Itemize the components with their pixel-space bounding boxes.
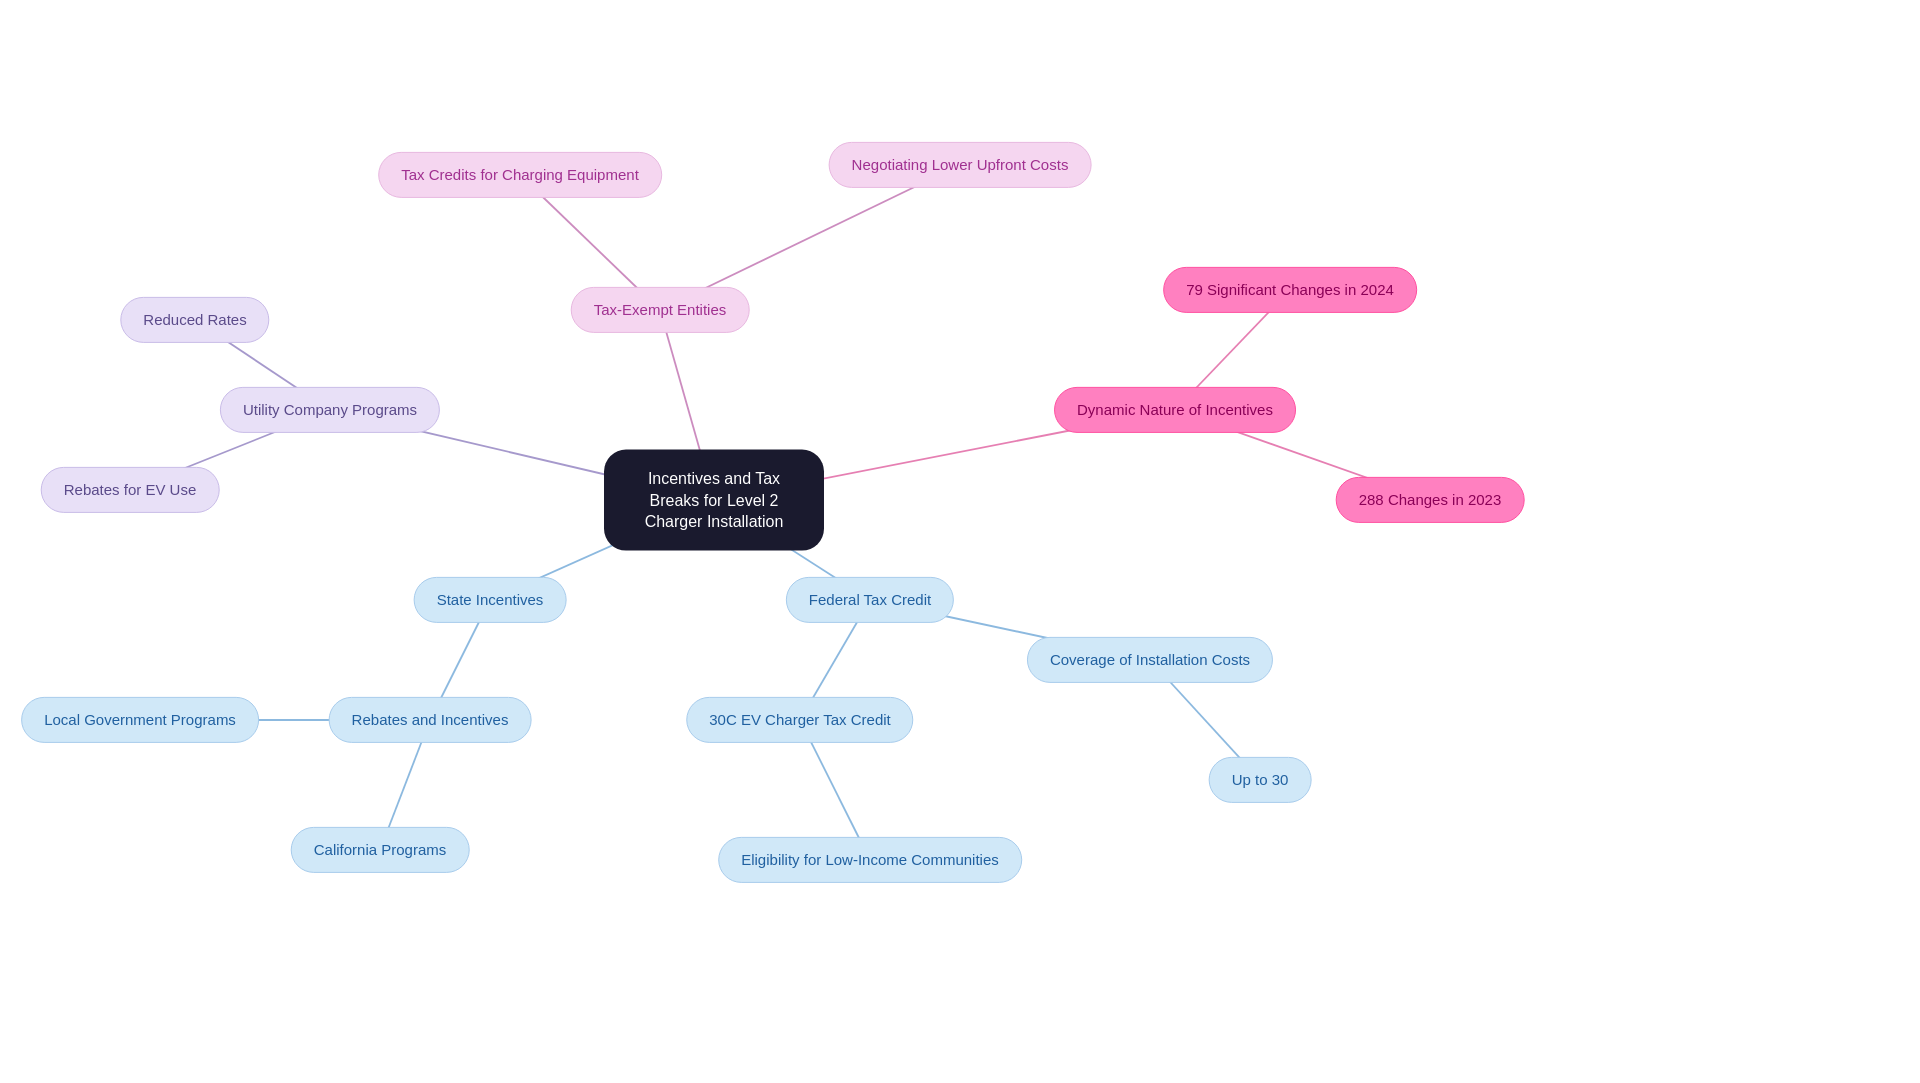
node-center: Incentives and Tax Breaks for Level 2 Ch… <box>604 450 824 551</box>
node-tax_exempt: Tax-Exempt Entities <box>571 287 750 333</box>
node-coverage_installation: Coverage of Installation Costs <box>1027 637 1273 683</box>
node-reduced_rates: Reduced Rates <box>120 297 269 343</box>
node-rebates_ev_use: Rebates for EV Use <box>41 467 220 513</box>
node-california_programs: California Programs <box>291 827 470 873</box>
node-eligibility_low_income: Eligibility for Low-Income Communities <box>718 837 1022 883</box>
node-dynamic_nature: Dynamic Nature of Incentives <box>1054 387 1296 433</box>
node-rebates_incentives: Rebates and Incentives <box>329 697 532 743</box>
node-tax_credits_charging: Tax Credits for Charging Equipment <box>378 152 662 198</box>
mind-map-container: Incentives and Tax Breaks for Level 2 Ch… <box>0 0 1920 1083</box>
node-utility_company: Utility Company Programs <box>220 387 440 433</box>
node-local_gov: Local Government Programs <box>21 697 259 743</box>
node-negotiating_lower: Negotiating Lower Upfront Costs <box>829 142 1092 188</box>
node-up_to_30: Up to 30 <box>1209 757 1312 803</box>
node-changes_2023: 288 Changes in 2023 <box>1336 477 1525 523</box>
node-federal_tax: Federal Tax Credit <box>786 577 954 623</box>
node-ev_charger_30c: 30C EV Charger Tax Credit <box>686 697 913 743</box>
node-state_incentives: State Incentives <box>414 577 567 623</box>
node-changes_2024: 79 Significant Changes in 2024 <box>1163 267 1417 313</box>
